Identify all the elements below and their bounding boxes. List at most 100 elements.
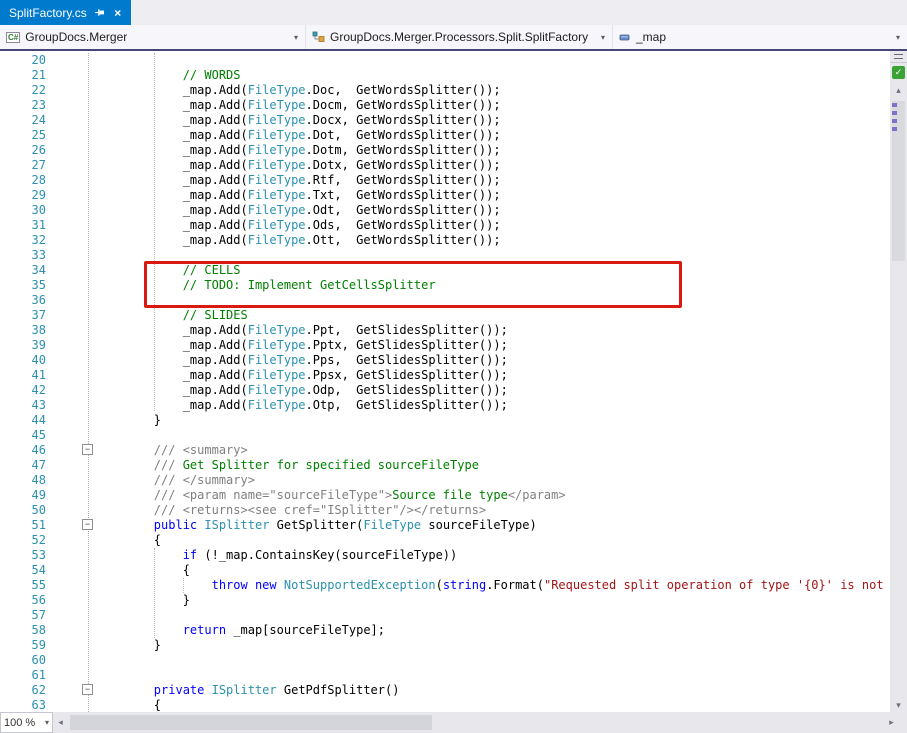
code-line[interactable] <box>96 608 890 623</box>
line-number[interactable]: 60 <box>0 653 46 668</box>
zoom-control[interactable]: 100 % ▾ <box>0 712 53 733</box>
project-dropdown[interactable]: C# GroupDocs.Merger ▾ <box>0 25 306 49</box>
code-line[interactable]: public ISplitter GetSplitter(FileType so… <box>96 518 890 533</box>
code-line[interactable]: { <box>96 698 890 712</box>
line-number[interactable]: 32 <box>0 233 46 248</box>
vscroll-thumb[interactable] <box>892 101 905 261</box>
fold-marker-icon[interactable]: − <box>82 444 93 455</box>
split-editor-handle[interactable] <box>890 51 907 63</box>
code-line[interactable]: _map.Add(FileType.Dotm, GetWordsSplitter… <box>96 143 890 158</box>
code-line[interactable]: _map.Add(FileType.Docm, GetWordsSplitter… <box>96 98 890 113</box>
line-number[interactable]: 21 <box>0 68 46 83</box>
code-line[interactable] <box>96 53 890 68</box>
code-line[interactable] <box>96 668 890 683</box>
code-line[interactable] <box>96 428 890 443</box>
line-number[interactable]: 54 <box>0 563 46 578</box>
code-line[interactable]: _map.Add(FileType.Docx, GetWordsSplitter… <box>96 113 890 128</box>
line-number[interactable]: 22 <box>0 83 46 98</box>
line-number[interactable]: 23 <box>0 98 46 113</box>
scroll-up-arrow[interactable]: ▴ <box>890 83 907 97</box>
line-number[interactable]: 59 <box>0 638 46 653</box>
type-dropdown[interactable]: GroupDocs.Merger.Processors.Split.SplitF… <box>306 25 613 49</box>
code-line[interactable]: // WORDS <box>96 68 890 83</box>
code-line[interactable]: _map.Add(FileType.Ppsx, GetSlidesSplitte… <box>96 368 890 383</box>
line-number[interactable]: 45 <box>0 428 46 443</box>
line-number[interactable]: 33 <box>0 248 46 263</box>
line-number[interactable]: 24 <box>0 113 46 128</box>
member-dropdown[interactable]: _map ▾ <box>613 25 907 49</box>
close-icon[interactable]: × <box>112 7 124 19</box>
line-number[interactable]: 38 <box>0 323 46 338</box>
line-number[interactable]: 36 <box>0 293 46 308</box>
line-number[interactable]: 34 <box>0 263 46 278</box>
code-line[interactable]: _map.Add(FileType.Pps, GetSlidesSplitter… <box>96 353 890 368</box>
line-number[interactable]: 44 <box>0 413 46 428</box>
code-line[interactable]: _map.Add(FileType.Ppt, GetSlidesSplitter… <box>96 323 890 338</box>
line-number[interactable]: 40 <box>0 353 46 368</box>
line-number[interactable]: 20 <box>0 53 46 68</box>
code-line[interactable]: // SLIDES <box>96 308 890 323</box>
code-line[interactable]: } <box>96 413 890 428</box>
vscroll-track[interactable] <box>890 97 907 698</box>
code-line[interactable] <box>96 653 890 668</box>
code-line[interactable]: return _map[sourceFileType]; <box>96 623 890 638</box>
code-line[interactable]: _map.Add(FileType.Odt, GetWordsSplitter(… <box>96 203 890 218</box>
code-editor[interactable]: 20 21 22 23 24 25 26 27 28 29 30 31 32 33 34 35 36 37 38 39… <box>0 51 907 712</box>
vertical-scrollbar[interactable]: ✓ ▴ ▾ <box>890 51 907 712</box>
line-number[interactable]: 49 <box>0 488 46 503</box>
line-number[interactable]: 47 <box>0 458 46 473</box>
line-number[interactable]: 41 <box>0 368 46 383</box>
code-line[interactable]: _map.Add(FileType.Doc, GetWordsSplitter(… <box>96 83 890 98</box>
line-number[interactable]: 42 <box>0 383 46 398</box>
scroll-right-arrow[interactable]: ▸ <box>884 717 899 728</box>
tab-splitfactory[interactable]: SplitFactory.cs × <box>0 0 131 25</box>
code-line[interactable]: { <box>96 563 890 578</box>
line-number[interactable]: 26 <box>0 143 46 158</box>
line-number[interactable]: 43 <box>0 398 46 413</box>
code-line[interactable]: { <box>96 533 890 548</box>
health-indicator-icon[interactable]: ✓ <box>892 66 905 79</box>
line-number[interactable]: 29 <box>0 188 46 203</box>
line-number[interactable]: 35 <box>0 278 46 293</box>
line-number[interactable]: 56 <box>0 593 46 608</box>
line-number[interactable]: 52 <box>0 533 46 548</box>
line-number[interactable]: 62 <box>0 683 46 698</box>
pin-icon[interactable] <box>94 7 105 18</box>
code-line[interactable]: _map.Add(FileType.Dot, GetWordsSplitter(… <box>96 128 890 143</box>
code-line[interactable]: /// <param name="sourceFileType">Source … <box>96 488 890 503</box>
line-number[interactable]: 50 <box>0 503 46 518</box>
fold-marker-icon[interactable]: − <box>82 684 93 695</box>
line-number[interactable]: 31 <box>0 218 46 233</box>
code-line[interactable]: if (!_map.ContainsKey(sourceFileType)) <box>96 548 890 563</box>
code-line[interactable]: _map.Add(FileType.Ods, GetWordsSplitter(… <box>96 218 890 233</box>
code-line[interactable]: _map.Add(FileType.Pptx, GetSlidesSplitte… <box>96 338 890 353</box>
code-line[interactable]: _map.Add(FileType.Odp, GetSlidesSplitter… <box>96 383 890 398</box>
hscroll-thumb[interactable] <box>70 715 432 730</box>
line-number[interactable]: 39 <box>0 338 46 353</box>
code-line[interactable]: _map.Add(FileType.Otp, GetSlidesSplitter… <box>96 398 890 413</box>
scroll-left-arrow[interactable]: ◂ <box>53 717 68 728</box>
line-number[interactable]: 57 <box>0 608 46 623</box>
line-number[interactable]: 25 <box>0 128 46 143</box>
code-line[interactable]: } <box>96 593 890 608</box>
code-line[interactable]: private ISplitter GetPdfSplitter() <box>96 683 890 698</box>
horizontal-scrollbar[interactable] <box>68 712 884 733</box>
code-line[interactable]: /// <summary> <box>96 443 890 458</box>
code-line[interactable]: _map.Add(FileType.Txt, GetWordsSplitter(… <box>96 188 890 203</box>
line-number[interactable]: 27 <box>0 158 46 173</box>
line-number[interactable]: 46 <box>0 443 46 458</box>
line-number[interactable]: 53 <box>0 548 46 563</box>
code-line[interactable]: _map.Add(FileType.Rtf, GetWordsSplitter(… <box>96 173 890 188</box>
code-line[interactable]: _map.Add(FileType.Ott, GetWordsSplitter(… <box>96 233 890 248</box>
line-number[interactable]: 61 <box>0 668 46 683</box>
line-number[interactable]: 55 <box>0 578 46 593</box>
code-line[interactable]: /// Get Splitter for specified sourceFil… <box>96 458 890 473</box>
scroll-down-arrow[interactable]: ▾ <box>890 698 907 712</box>
line-number[interactable]: 37 <box>0 308 46 323</box>
line-number[interactable]: 63 <box>0 698 46 712</box>
code-line[interactable]: _map.Add(FileType.Dotx, GetWordsSplitter… <box>96 158 890 173</box>
line-number[interactable]: 58 <box>0 623 46 638</box>
code-line[interactable]: /// </summary> <box>96 473 890 488</box>
code-line[interactable]: throw new NotSupportedException(string.F… <box>96 578 890 593</box>
line-number[interactable]: 51 <box>0 518 46 533</box>
